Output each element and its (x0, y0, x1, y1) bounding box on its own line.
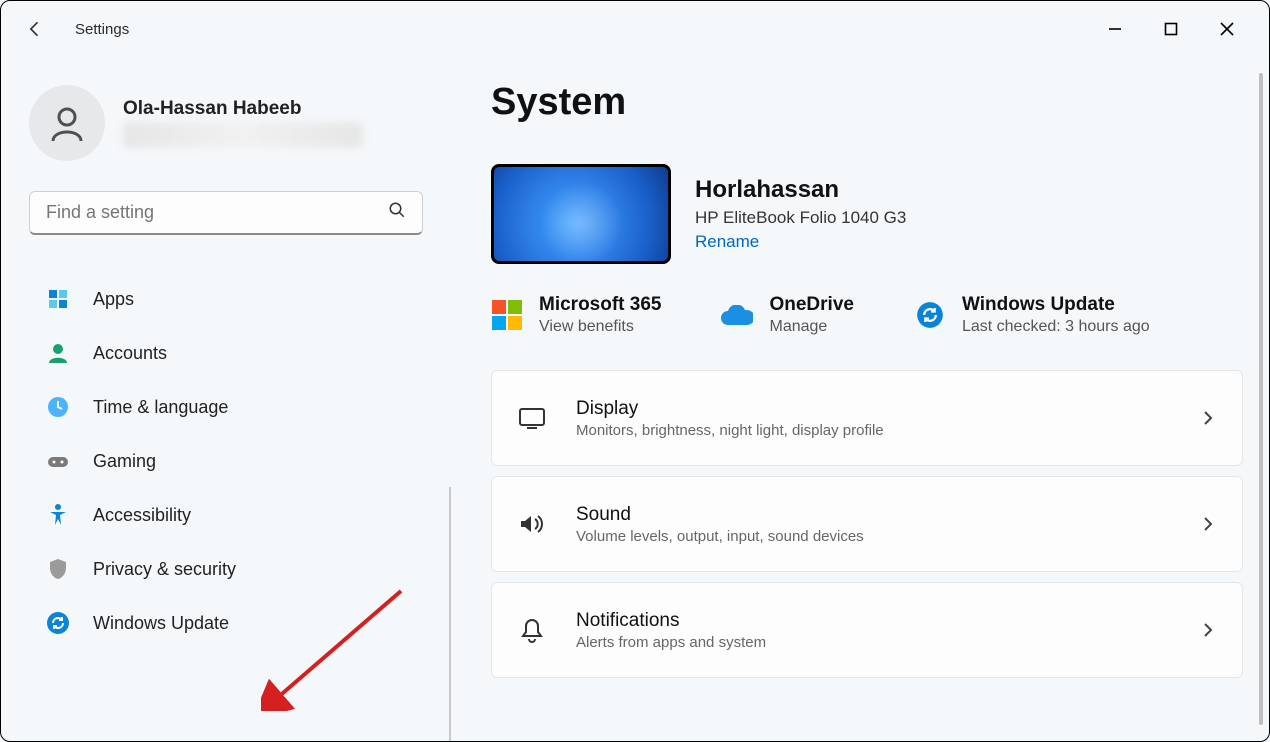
card-sub: Alerts from apps and system (576, 634, 1170, 651)
card-title: Notifications (576, 610, 1170, 632)
nav-label: Privacy & security (93, 559, 236, 580)
service-windows-update[interactable]: Windows Update Last checked: 3 hours ago (914, 294, 1150, 336)
minimize-button[interactable] (1087, 9, 1143, 49)
apps-icon (45, 286, 71, 312)
user-profile[interactable]: Ola-Hassan Habeeb (29, 85, 427, 161)
nav-label: Time & language (93, 397, 228, 418)
gaming-icon (45, 448, 71, 474)
accounts-icon (45, 340, 71, 366)
services-row: Microsoft 365 View benefits OneDrive Man… (491, 294, 1243, 336)
service-onedrive[interactable]: OneDrive Manage (721, 294, 853, 336)
onedrive-icon (721, 299, 753, 331)
content: System Horlahassan HP EliteBook Folio 10… (451, 57, 1269, 741)
chevron-right-icon (1198, 514, 1218, 534)
card-display[interactable]: Display Monitors, brightness, night ligh… (491, 370, 1243, 466)
card-sub: Volume levels, output, input, sound devi… (576, 528, 1170, 545)
card-sub: Monitors, brightness, night light, displ… (576, 422, 1170, 439)
microsoft-365-icon (491, 299, 523, 331)
nav-item-accounts[interactable]: Accounts (29, 329, 427, 377)
search-icon (388, 201, 406, 224)
nav-item-apps[interactable]: Apps (29, 275, 427, 323)
rename-link[interactable]: Rename (695, 232, 906, 252)
accessibility-icon (45, 502, 71, 528)
user-email-redacted (123, 122, 363, 148)
user-name: Ola-Hassan Habeeb (123, 98, 363, 120)
nav-item-time-language[interactable]: Time & language (29, 383, 427, 431)
nav-item-accessibility[interactable]: Accessibility (29, 491, 427, 539)
titlebar: Settings (1, 1, 1269, 57)
display-icon (516, 402, 548, 434)
svc-sub: View benefits (539, 318, 661, 336)
card-title: Sound (576, 504, 1170, 526)
card-title: Display (576, 398, 1170, 420)
shield-icon (45, 556, 71, 582)
nav-item-gaming[interactable]: Gaming (29, 437, 427, 485)
maximize-button[interactable] (1143, 9, 1199, 49)
notifications-icon (516, 614, 548, 646)
sound-icon (516, 508, 548, 540)
device-wallpaper[interactable] (491, 164, 671, 264)
avatar (29, 85, 105, 161)
svc-title: OneDrive (769, 294, 853, 316)
page-title: System (491, 81, 1243, 124)
chevron-right-icon (1198, 620, 1218, 640)
search-input[interactable] (46, 202, 388, 223)
card-sound[interactable]: Sound Volume levels, output, input, soun… (491, 476, 1243, 572)
service-microsoft-365[interactable]: Microsoft 365 View benefits (491, 294, 661, 336)
svc-title: Microsoft 365 (539, 294, 661, 316)
nav-label: Apps (93, 289, 134, 310)
nav-label: Windows Update (93, 613, 229, 634)
device-model: HP EliteBook Folio 1040 G3 (695, 208, 906, 228)
content-scroll-indicator[interactable] (1259, 73, 1263, 725)
close-button[interactable] (1199, 9, 1255, 49)
svc-title: Windows Update (962, 294, 1150, 316)
nav-label: Accessibility (93, 505, 191, 526)
windows-update-icon (45, 610, 71, 636)
back-button[interactable] (15, 9, 55, 49)
nav-list: Apps Accounts Time & language Gaming (29, 275, 427, 647)
app-title: Settings (75, 21, 129, 38)
device-name: Horlahassan (695, 176, 906, 204)
window-controls (1087, 9, 1255, 49)
search-bar[interactable] (29, 191, 423, 235)
time-language-icon (45, 394, 71, 420)
card-notifications[interactable]: Notifications Alerts from apps and syste… (491, 582, 1243, 678)
nav-item-windows-update[interactable]: Windows Update (29, 599, 427, 647)
device-info: Horlahassan HP EliteBook Folio 1040 G3 R… (491, 164, 1243, 264)
chevron-right-icon (1198, 408, 1218, 428)
windows-update-icon (914, 299, 946, 331)
svc-sub: Last checked: 3 hours ago (962, 318, 1150, 336)
nav-item-privacy-security[interactable]: Privacy & security (29, 545, 427, 593)
svc-sub: Manage (769, 318, 853, 336)
nav-label: Accounts (93, 343, 167, 364)
nav-label: Gaming (93, 451, 156, 472)
settings-card-list: Display Monitors, brightness, night ligh… (491, 370, 1243, 678)
sidebar: Ola-Hassan Habeeb Apps Accounts (1, 57, 451, 741)
